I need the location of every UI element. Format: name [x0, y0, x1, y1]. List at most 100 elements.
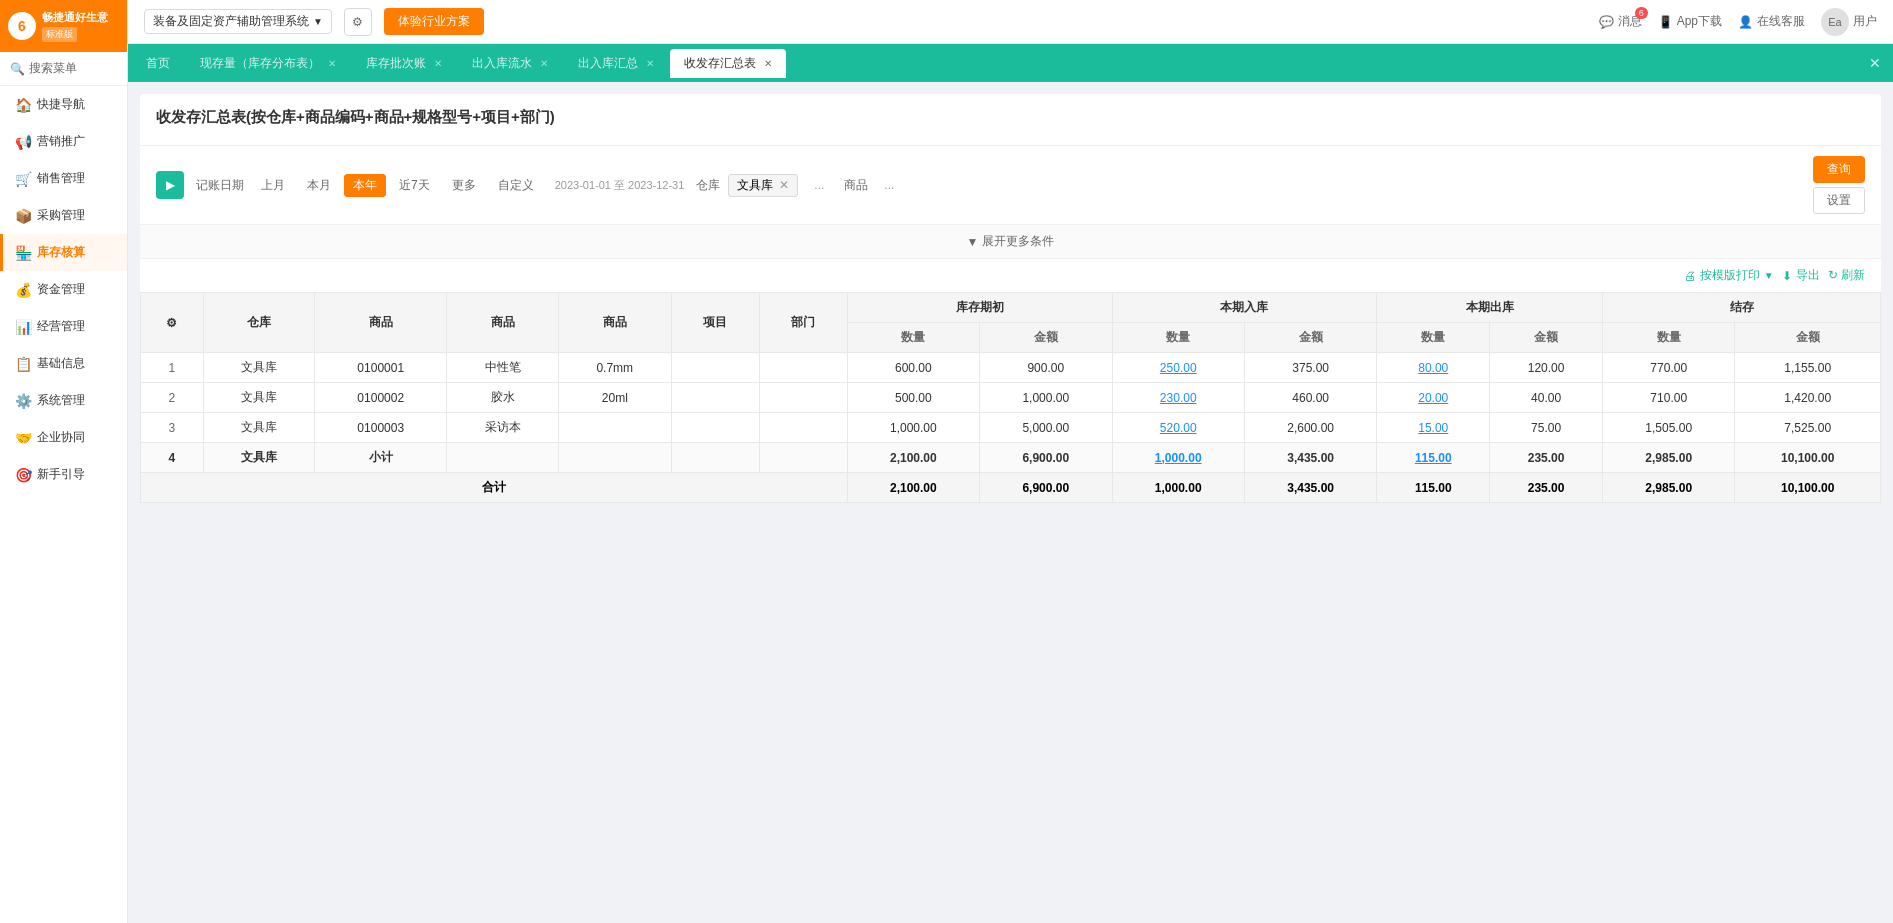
- sidebar-item-purchase[interactable]: 📦 采购管理: [0, 197, 127, 234]
- subtotal-out-amt: 235.00: [1490, 443, 1603, 473]
- tab-bar-close[interactable]: ✕: [1861, 55, 1889, 71]
- row-out-amt-2: 40.00: [1490, 383, 1603, 413]
- page-header: 收发存汇总表(按仓库+商品编码+商品+规格型号+项目+部门): [140, 94, 1881, 146]
- subtotal-row: 4 文具库 小计 2,100.00 6,900.00 1,000.00 3,43…: [141, 443, 1881, 473]
- row-in-amt-3: 2,600.00: [1244, 413, 1376, 443]
- tab-recv-send-summary[interactable]: 收发存汇总表 ✕: [670, 49, 786, 78]
- sidebar-item-sales[interactable]: 🛒 销售管理: [0, 160, 127, 197]
- tab-close-batch[interactable]: ✕: [434, 58, 442, 69]
- print-button[interactable]: 🖨 按模版打印 ▼: [1684, 267, 1774, 284]
- warehouse-tag: 文具库 ✕: [728, 174, 798, 197]
- filter-toggle-btn[interactable]: ▶: [156, 171, 184, 199]
- tab-close-inventory-dist[interactable]: ✕: [328, 58, 336, 69]
- row-in-qty-3[interactable]: 520.00: [1112, 413, 1244, 443]
- tab-close-inout-flow[interactable]: ✕: [540, 58, 548, 69]
- tab-batch[interactable]: 库存批次账 ✕: [352, 49, 456, 78]
- th-out-amt: 金额: [1490, 323, 1603, 353]
- sidebar-item-system[interactable]: ⚙️ 系统管理: [0, 382, 127, 419]
- tab-home[interactable]: 首页: [132, 49, 184, 78]
- row-out-qty-3[interactable]: 15.00: [1377, 413, 1490, 443]
- subtotal-spec: [558, 443, 671, 473]
- row-goods-code-3: 0100003: [315, 413, 447, 443]
- th-settings[interactable]: ⚙: [141, 293, 204, 353]
- trial-button[interactable]: 体验行业方案: [384, 8, 484, 35]
- goods-ellipsis[interactable]: ...: [876, 178, 902, 192]
- table-toolbar-right: 🖨 按模版打印 ▼ ⬇ 导出 ↻ 刷新: [1684, 267, 1865, 284]
- system-selector[interactable]: 装备及固定资产辅助管理系统 ▼: [144, 9, 332, 34]
- row-out-qty-2[interactable]: 20.00: [1377, 383, 1490, 413]
- finance-icon: 💰: [15, 282, 31, 298]
- warehouse-tag-close[interactable]: ✕: [779, 178, 789, 192]
- inventory-icon: 🏪: [15, 245, 31, 261]
- settings-button[interactable]: ⚙: [344, 8, 372, 36]
- sidebar-item-guide[interactable]: 🎯 新手引导: [0, 456, 127, 493]
- total-out-qty: 115.00: [1377, 473, 1490, 503]
- row-opening-amt-3: 5,000.00: [980, 413, 1112, 443]
- refresh-button[interactable]: ↻ 刷新: [1828, 267, 1865, 284]
- sidebar-item-basic[interactable]: 📋 基础信息: [0, 345, 127, 382]
- table-container: ⚙ 仓库 商品 商品 商品 项目 部门 库存期初 本期入库 本期出库 结存: [140, 292, 1881, 503]
- th-opening-amt: 金额: [980, 323, 1112, 353]
- expand-arrow-icon: ▼: [967, 235, 979, 249]
- sidebar-item-operations[interactable]: 📊 经营管理: [0, 308, 127, 345]
- total-row: 合计 2,100.00 6,900.00 1,000.00 3,435.00 1…: [141, 473, 1881, 503]
- row-in-amt-1: 375.00: [1244, 353, 1376, 383]
- tab-close-recv-send[interactable]: ✕: [764, 58, 772, 69]
- row-closing-amt-2: 1,420.00: [1735, 383, 1881, 413]
- row-goods-name-3: 采访本: [447, 413, 558, 443]
- tab-close-inout-summary[interactable]: ✕: [646, 58, 654, 69]
- date-btn-last-month[interactable]: 上月: [252, 174, 294, 197]
- operations-icon: 📊: [15, 319, 31, 335]
- subtotal-out-qty[interactable]: 115.00: [1377, 443, 1490, 473]
- expand-conditions-row: ▼ 展开更多条件: [140, 225, 1881, 259]
- warehouse-ellipsis[interactable]: ...: [806, 178, 832, 192]
- row-in-qty-1[interactable]: 250.00: [1112, 353, 1244, 383]
- query-button[interactable]: 查询: [1813, 156, 1865, 183]
- print-chevron-icon: ▼: [1764, 270, 1774, 281]
- message-icon: 💬: [1599, 15, 1614, 29]
- date-btn-custom[interactable]: 自定义: [489, 174, 543, 197]
- export-button[interactable]: ⬇ 导出: [1782, 267, 1820, 284]
- date-btn-this-month[interactable]: 本月: [298, 174, 340, 197]
- guide-icon: 🎯: [15, 467, 31, 483]
- row-dept-3: [759, 413, 847, 443]
- date-btn-this-year[interactable]: 本年: [344, 174, 386, 197]
- th-out: 本期出库: [1377, 293, 1603, 323]
- date-btn-more[interactable]: 更多: [443, 174, 485, 197]
- print-icon: 🖨: [1684, 269, 1696, 283]
- total-opening-qty: 2,100.00: [847, 473, 979, 503]
- date-btn-7days[interactable]: 近7天: [390, 174, 439, 197]
- tab-inout-summary[interactable]: 出入库汇总 ✕: [564, 49, 668, 78]
- row-out-amt-3: 75.00: [1490, 413, 1603, 443]
- expand-conditions-btn[interactable]: ▼ 展开更多条件: [967, 233, 1055, 250]
- purchase-icon: 📦: [15, 208, 31, 224]
- sidebar-item-collab[interactable]: 🤝 企业协同: [0, 419, 127, 456]
- row-goods-code-2: 0100002: [315, 383, 447, 413]
- user-menu[interactable]: Ea 用户: [1821, 8, 1877, 36]
- sidebar-item-quick-nav[interactable]: 🏠 快捷导航: [0, 86, 127, 123]
- sidebar-item-finance[interactable]: 💰 资金管理: [0, 271, 127, 308]
- row-out-qty-1[interactable]: 80.00: [1377, 353, 1490, 383]
- chevron-down-icon: ▼: [313, 16, 323, 27]
- row-opening-amt-2: 1,000.00: [980, 383, 1112, 413]
- th-closing: 结存: [1603, 293, 1881, 323]
- sidebar-item-inventory[interactable]: 🏪 库存核算: [0, 234, 127, 271]
- app-download-button[interactable]: 📱 App下载: [1658, 13, 1722, 30]
- row-in-qty-2[interactable]: 230.00: [1112, 383, 1244, 413]
- tab-inventory-dist[interactable]: 现存量（库存分布表） ✕: [186, 49, 350, 78]
- subtotal-in-amt: 3,435.00: [1244, 443, 1376, 473]
- row-num-3: 3: [141, 413, 204, 443]
- messages-button[interactable]: 💬 消息 6: [1599, 13, 1642, 30]
- logo-icon: 6: [8, 12, 36, 40]
- tab-inout-flow[interactable]: 出入库流水 ✕: [458, 49, 562, 78]
- sidebar-item-marketing[interactable]: 📢 营销推广: [0, 123, 127, 160]
- subtotal-in-qty[interactable]: 1,000.00: [1112, 443, 1244, 473]
- page-content: 收发存汇总表(按仓库+商品编码+商品+规格型号+项目+部门) ▶ 记账日期 上月…: [128, 82, 1893, 923]
- sidebar-search[interactable]: 🔍 搜索菜单: [0, 52, 127, 86]
- setting-button[interactable]: 设置: [1813, 187, 1865, 214]
- row-goods-spec-3: [558, 413, 671, 443]
- subtotal-opening-amt: 6,900.00: [980, 443, 1112, 473]
- logo-text: 畅捷通好生意 标准版: [42, 10, 108, 42]
- online-service-button[interactable]: 👤 在线客服: [1738, 13, 1805, 30]
- row-closing-qty-3: 1,505.00: [1603, 413, 1735, 443]
